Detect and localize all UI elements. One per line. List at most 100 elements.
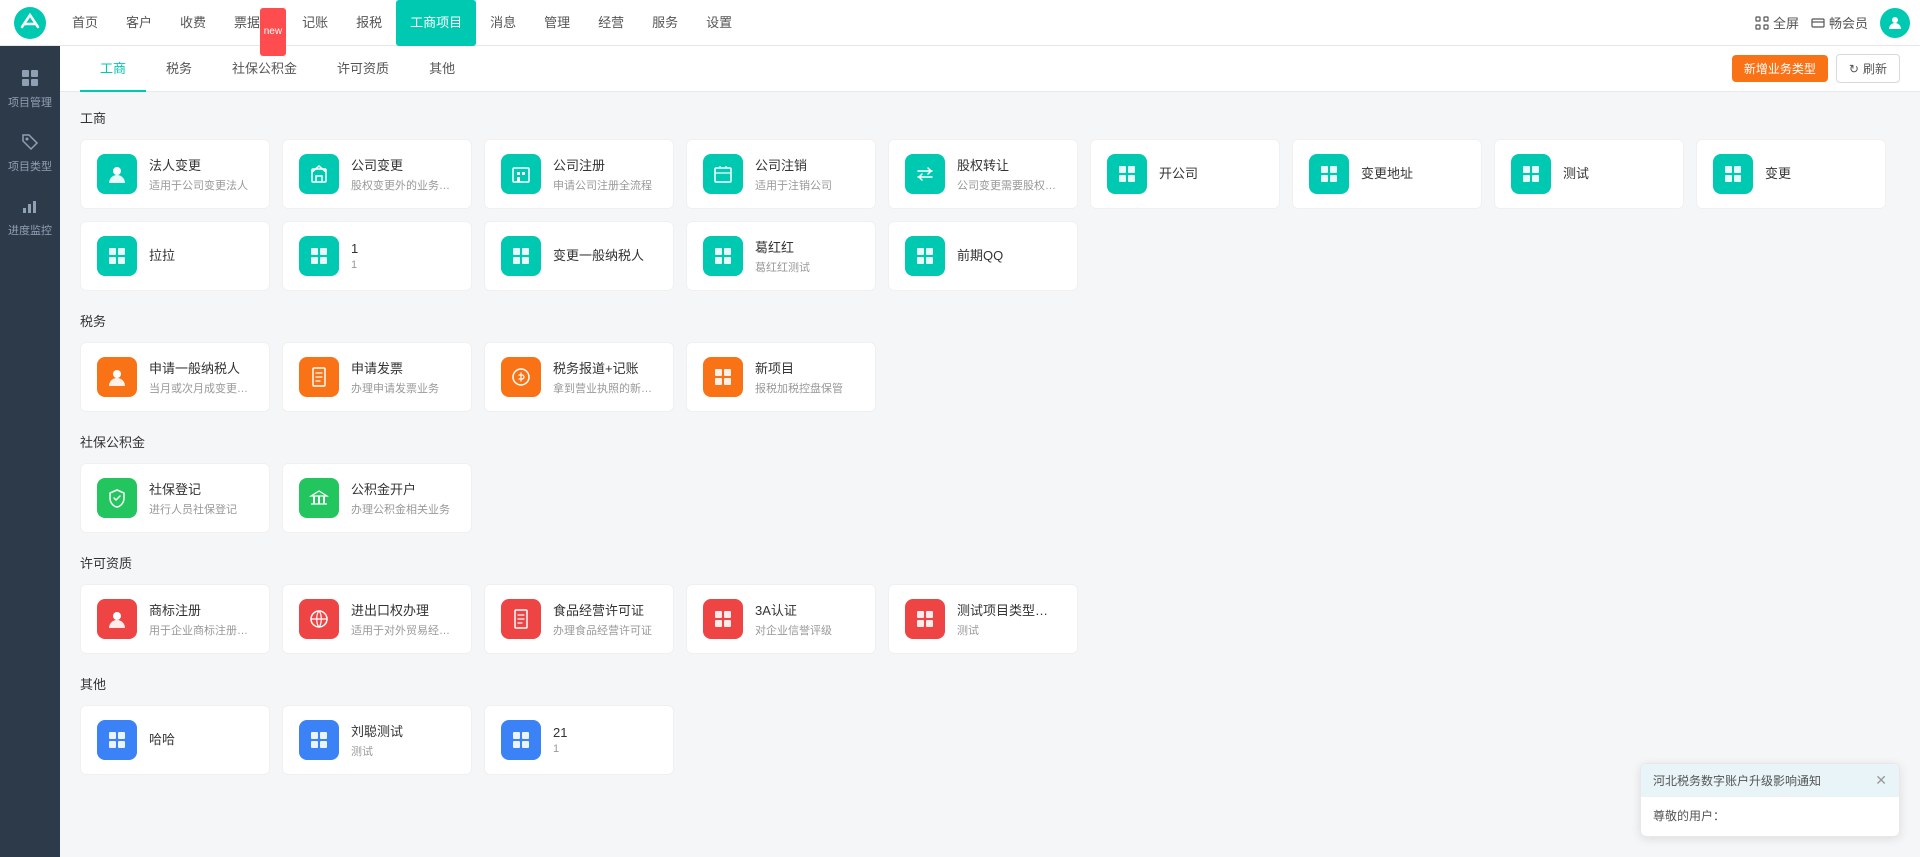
card-desc-2-1: 办理公积金相关业务 <box>351 501 455 517</box>
card-1-1[interactable]: 申请发票办理申请发票业务 <box>282 342 472 412</box>
card-1-0[interactable]: 申请一般纳税人当月或次月成变更完成 <box>80 342 270 412</box>
card-0-1[interactable]: 公司变更股权变更外的业务变更 <box>282 139 472 209</box>
card-name-3-3: 3A认证 <box>755 600 859 619</box>
card-info-4-1: 刘聪测试测试 <box>351 721 455 759</box>
card-name-4-1: 刘聪测试 <box>351 721 455 740</box>
card-2-1[interactable]: 公积金开户办理公积金相关业务 <box>282 463 472 533</box>
card-0-8[interactable]: 变更 <box>1696 139 1886 209</box>
card-name-1-0: 申请一般纳税人 <box>149 358 253 377</box>
card-icon-0-7 <box>1511 154 1551 194</box>
tabs-bar: 工商 税务 社保公积金 许可资质 其他 新增业务类型 ↻ 刷新 <box>60 46 1920 92</box>
tab-business[interactable]: 工商 <box>80 46 146 92</box>
card-info-3-2: 食品经营许可证办理食品经营许可证 <box>553 600 657 638</box>
card-icon-0-11 <box>501 236 541 276</box>
user-avatar[interactable] <box>1880 8 1910 38</box>
sidebar-item-progress[interactable]: 进度监控 <box>0 184 60 248</box>
cards-grid-1: 申请一般纳税人当月或次月成变更完成 申请发票办理申请发票业务税务报道+记账拿到营业… <box>80 342 1900 412</box>
nav-items: 首页 客户 收费 票据 new 记账 报税 工商项目 消息 管理 经营 服务 设… <box>58 0 1755 46</box>
card-2-0[interactable]: 社保登记进行人员社保登记 <box>80 463 270 533</box>
nav-service[interactable]: 服务 <box>638 0 692 46</box>
top-nav: 首页 客户 收费 票据 new 记账 报税 工商项目 消息 管理 经营 服务 设… <box>0 0 1920 46</box>
card-3-1[interactable]: 进出口权办理适用于对外贸易经营者 <box>282 584 472 654</box>
section-title-0: 工商 <box>80 108 1900 127</box>
card-0-11[interactable]: 变更一般纳税人 <box>484 221 674 291</box>
card-info-1-1: 申请发票办理申请发票业务 <box>351 358 455 396</box>
card-desc-2-0: 进行人员社保登记 <box>149 501 253 517</box>
sidebar-label-project-type: 项目类型 <box>8 158 52 174</box>
card-desc-3-2: 办理食品经营许可证 <box>553 622 657 638</box>
card-name-0-13: 前期QQ <box>957 245 1061 264</box>
nav-bookkeeping[interactable]: 记账 <box>288 0 342 46</box>
card-icon-2-1 <box>299 478 339 518</box>
sidebar: 项目管理 项目类型 进度监控 <box>0 46 60 857</box>
card-name-0-3: 公司注销 <box>755 155 859 174</box>
card-4-2[interactable]: 211 <box>484 705 674 775</box>
nav-manage[interactable]: 管理 <box>530 0 584 46</box>
notification-title: 河北税务数字账户升级影响通知 <box>1653 772 1821 789</box>
nav-settings[interactable]: 设置 <box>692 0 746 46</box>
sidebar-item-project-type[interactable]: 项目类型 <box>0 120 60 184</box>
card-name-0-10: 1 <box>351 241 455 256</box>
card-0-4[interactable]: 股权转让公司变更需要股权转让 <box>888 139 1078 209</box>
card-0-13[interactable]: 前期QQ <box>888 221 1078 291</box>
card-desc-1-3: 报税加税控盘保管 <box>755 380 859 396</box>
nav-ticket[interactable]: 票据 new <box>220 0 288 46</box>
sidebar-item-project-manage[interactable]: 项目管理 <box>0 56 60 120</box>
cards-grid-4: 哈哈 刘聪测试测试 211 <box>80 705 1900 775</box>
card-1-3[interactable]: 新项目报税加税控盘保管 <box>686 342 876 412</box>
add-type-button[interactable]: 新增业务类型 <box>1732 55 1828 82</box>
card-icon-0-8 <box>1713 154 1753 194</box>
card-info-3-0: 商标注册用于企业商标注册服务 <box>149 600 253 638</box>
card-info-0-11: 变更一般纳税人 <box>553 245 657 267</box>
notification-close-button[interactable]: ✕ <box>1875 772 1887 789</box>
card-4-0[interactable]: 哈哈 <box>80 705 270 775</box>
card-info-0-1: 公司变更股权变更外的业务变更 <box>351 155 455 193</box>
card-icon-1-2 <box>501 357 541 397</box>
card-0-12[interactable]: 葛红红葛红红测试 <box>686 221 876 291</box>
nav-home[interactable]: 首页 <box>58 0 112 46</box>
card-info-3-1: 进出口权办理适用于对外贸易经营者 <box>351 600 455 638</box>
card-info-2-1: 公积金开户办理公积金相关业务 <box>351 479 455 517</box>
card-1-2[interactable]: 税务报道+记账拿到营业执照的新公司 <box>484 342 674 412</box>
refresh-button[interactable]: ↻ 刷新 <box>1836 54 1900 83</box>
tab-tax[interactable]: 税务 <box>146 46 212 92</box>
card-name-0-1: 公司变更 <box>351 155 455 174</box>
card-3-4[interactable]: 测试项目类型目定义测试 <box>888 584 1078 654</box>
card-icon-0-2 <box>501 154 541 194</box>
card-info-1-0: 申请一般纳税人当月或次月成变更完成 <box>149 358 253 396</box>
card-0-6[interactable]: 变更地址 <box>1292 139 1482 209</box>
fullscreen-button[interactable]: 全屏 <box>1755 13 1799 32</box>
card-info-3-4: 测试项目类型目定义测试 <box>957 600 1061 638</box>
card-info-0-8: 变更 <box>1765 163 1869 185</box>
logo <box>10 3 50 43</box>
card-desc-4-1: 测试 <box>351 743 455 759</box>
card-4-1[interactable]: 刘聪测试测试 <box>282 705 472 775</box>
card-3-0[interactable]: 商标注册用于企业商标注册服务 <box>80 584 270 654</box>
nav-business[interactable]: 工商项目 <box>396 0 476 46</box>
card-name-3-1: 进出口权办理 <box>351 600 455 619</box>
card-0-7[interactable]: 测试 <box>1494 139 1684 209</box>
vip-button[interactable]: 畅会员 <box>1811 13 1868 32</box>
card-0-5[interactable]: 开公司 <box>1090 139 1280 209</box>
card-0-10[interactable]: 11 <box>282 221 472 291</box>
tabs-actions: 新增业务类型 ↻ 刷新 <box>1732 54 1900 83</box>
card-desc-3-3: 对企业信誉评级 <box>755 622 859 638</box>
card-0-0[interactable]: 法人变更适用于公司变更法人 <box>80 139 270 209</box>
card-desc-3-4: 测试 <box>957 622 1061 638</box>
card-0-9[interactable]: 拉拉 <box>80 221 270 291</box>
nav-tax[interactable]: 报税 <box>342 0 396 46</box>
card-0-3[interactable]: 公司注销适用于注销公司 <box>686 139 876 209</box>
nav-operation[interactable]: 经营 <box>584 0 638 46</box>
card-3-2[interactable]: 食品经营许可证办理食品经营许可证 <box>484 584 674 654</box>
nav-client[interactable]: 客户 <box>112 0 166 46</box>
card-desc-1-2: 拿到营业执照的新公司 <box>553 380 657 396</box>
card-icon-4-2 <box>501 720 541 760</box>
card-icon-0-4 <box>905 154 945 194</box>
tab-other[interactable]: 其他 <box>409 46 475 92</box>
nav-message[interactable]: 消息 <box>476 0 530 46</box>
card-0-2[interactable]: 公司注册申请公司注册全流程 <box>484 139 674 209</box>
card-info-0-10: 11 <box>351 241 455 271</box>
tab-license[interactable]: 许可资质 <box>317 46 409 92</box>
card-3-3[interactable]: 3A认证对企业信誉评级 <box>686 584 876 654</box>
nav-fee[interactable]: 收费 <box>166 0 220 46</box>
